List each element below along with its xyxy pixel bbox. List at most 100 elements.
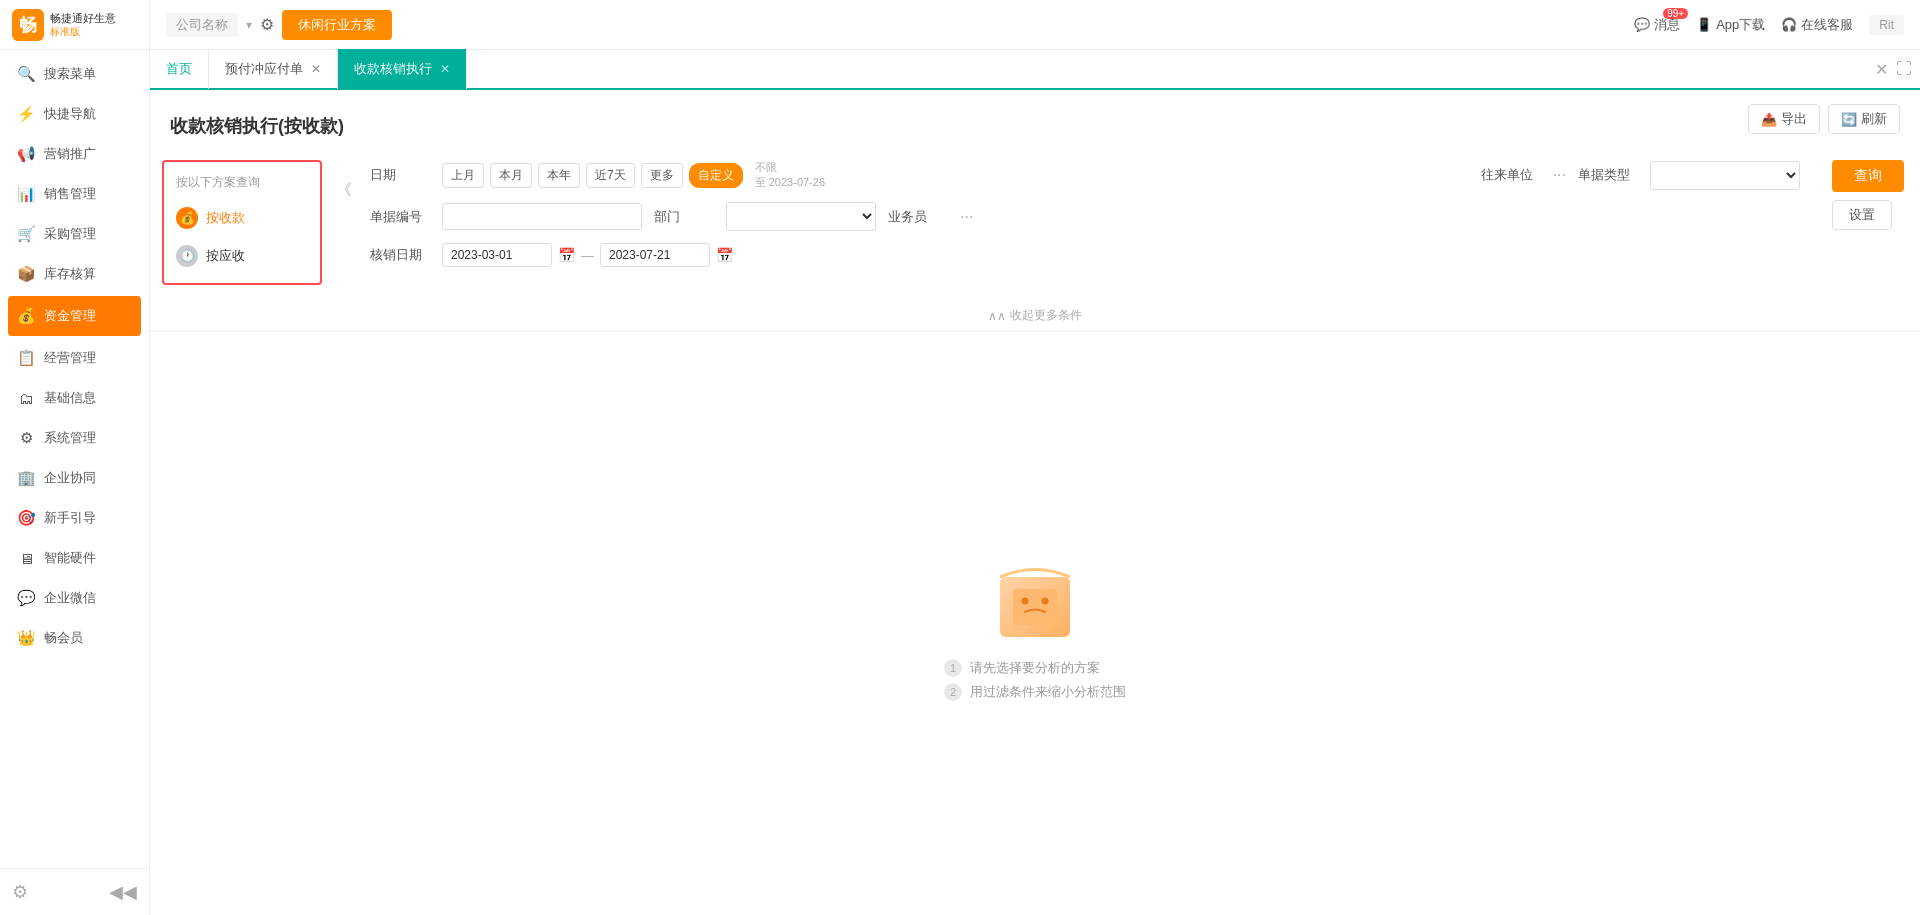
more-date-btn[interactable]: 更多 bbox=[641, 163, 683, 188]
tab-label-home: 首页 bbox=[166, 60, 192, 78]
custom-date-btn[interactable]: 自定义 bbox=[689, 163, 743, 188]
verify-date-start-input[interactable] bbox=[442, 243, 552, 267]
tab-close-prepay[interactable]: ✕ bbox=[311, 62, 321, 76]
doc-type-select[interactable] bbox=[1650, 161, 1800, 190]
top-bar-right: 💬 消息 99+ 📱 App下载 🎧 在线客服 Rit bbox=[1634, 15, 1904, 35]
collapse-more-row: ∧∧ 收起更多条件 bbox=[150, 301, 1920, 330]
settings-icon[interactable]: ⚙ bbox=[260, 15, 274, 34]
sidebar-label-system: 系统管理 bbox=[44, 429, 96, 447]
last-7days-btn[interactable]: 近7天 bbox=[586, 163, 635, 188]
logo-icon: 畅 bbox=[12, 9, 44, 41]
company-dropdown-icon[interactable]: ▾ bbox=[246, 18, 252, 32]
hint-num-1: 1 bbox=[944, 659, 962, 677]
date-unlimited-label: 不限 bbox=[755, 160, 825, 175]
sidebar-item-sales[interactable]: 📊销售管理 bbox=[0, 174, 149, 214]
date-label: 日期 bbox=[370, 166, 430, 184]
sidebar-icon-wechat: 💬 bbox=[16, 588, 36, 608]
sidebar-item-inventory[interactable]: 📦库存核算 bbox=[0, 254, 149, 294]
sidebar-label-basic: 基础信息 bbox=[44, 389, 96, 407]
sidebar-icon-enterprise: 🏢 bbox=[16, 468, 36, 488]
tab-home[interactable]: 首页 bbox=[150, 49, 209, 89]
sidebar-item-operation[interactable]: 📋经营管理 bbox=[0, 338, 149, 378]
tab-close-receipt[interactable]: ✕ bbox=[440, 62, 450, 76]
top-bar-left: 公司名称 ▾ ⚙ 休闲行业方案 bbox=[166, 10, 392, 40]
export-btn[interactable]: 📤 导出 bbox=[1748, 104, 1820, 134]
empty-hint-2-text: 用过滤条件来缩小分析范围 bbox=[970, 683, 1126, 701]
date-to-label: 至 2023-07-26 bbox=[755, 175, 825, 190]
top-bar: 公司名称 ▾ ⚙ 休闲行业方案 💬 消息 99+ 📱 App下载 🎧 在线客服 … bbox=[150, 0, 1920, 50]
sidebar-item-marketing[interactable]: 📢营销推广 bbox=[0, 134, 149, 174]
this-month-btn[interactable]: 本月 bbox=[490, 163, 532, 188]
sidebar-item-system[interactable]: ⚙ 系统管理 bbox=[0, 418, 149, 458]
verify-date-start-calendar-icon[interactable]: 📅 bbox=[558, 247, 575, 263]
app-logo: 畅 畅捷通好生意 标准版 bbox=[0, 0, 149, 50]
counterparty-more-icon[interactable]: ··· bbox=[1553, 166, 1566, 184]
tab-label-prepay: 预付冲应付单 bbox=[225, 60, 303, 78]
filter-sidebar: 按以下方案查询 💰 按收款 🕐 按应收 bbox=[162, 160, 322, 285]
sidebar-item-wechat[interactable]: 💬企业微信 bbox=[0, 578, 149, 618]
svg-point-3 bbox=[1022, 597, 1029, 604]
doc-no-input[interactable] bbox=[442, 203, 642, 230]
sidebar-label-shortcut: 快捷导航 bbox=[44, 105, 96, 123]
sidebar-label-guide: 新手引导 bbox=[44, 509, 96, 527]
online-service-btn[interactable]: 🎧 在线客服 bbox=[1781, 16, 1853, 34]
tab-expand-icon[interactable]: ⛶ bbox=[1896, 60, 1912, 78]
sidebar-icon-hardware: 🖥 bbox=[16, 548, 36, 568]
empty-hint-2: 2 用过滤条件来缩小分析范围 bbox=[944, 683, 1126, 701]
message-btn[interactable]: 💬 消息 99+ bbox=[1634, 16, 1680, 34]
tab-close-all-icon[interactable]: ✕ bbox=[1875, 60, 1888, 79]
verify-date-group: 📅 — 📅 bbox=[442, 243, 733, 267]
filter-option-receipt-label: 按收款 bbox=[206, 209, 245, 227]
sidebar-item-search[interactable]: 🔍搜索菜单 bbox=[0, 54, 149, 94]
filter-sidebar-title: 按以下方案查询 bbox=[164, 170, 320, 195]
tab-actions: ✕⛶ bbox=[1867, 60, 1920, 79]
empty-hint-1-text: 请先选择要分析的方案 bbox=[970, 659, 1100, 677]
page-title: 收款核销执行(按收款) bbox=[170, 114, 344, 138]
industry-solution-btn[interactable]: 休闲行业方案 bbox=[282, 10, 392, 40]
sidebar-icon-guide: 🎯 bbox=[16, 508, 36, 528]
salesperson-more-icon[interactable]: ··· bbox=[960, 208, 973, 226]
sidebar-item-basic[interactable]: 🗂基础信息 bbox=[0, 378, 149, 418]
filter-option-by-receipt[interactable]: 💰 按收款 bbox=[164, 199, 320, 237]
tab-prepay[interactable]: 预付冲应付单 ✕ bbox=[209, 49, 338, 89]
sidebar-icon-system: ⚙ bbox=[16, 428, 36, 448]
app-version: 标准版 bbox=[50, 25, 116, 38]
collapse-sidebar-icon[interactable]: ◀◀ bbox=[109, 881, 137, 903]
company-selector[interactable]: 公司名称 bbox=[166, 13, 238, 37]
sidebar-item-guide[interactable]: 🎯 新手引导 bbox=[0, 498, 149, 538]
query-btn[interactable]: 查询 bbox=[1832, 160, 1904, 192]
sidebar-label-purchase: 采购管理 bbox=[44, 225, 96, 243]
sidebar-icon-shortcut: ⚡ bbox=[16, 104, 36, 124]
sidebar-item-member[interactable]: 👑畅会员 bbox=[0, 618, 149, 658]
empty-illustration bbox=[975, 547, 1095, 647]
user-profile[interactable]: Rit bbox=[1869, 15, 1904, 35]
sidebar-item-hardware[interactable]: 🖥智能硬件 bbox=[0, 538, 149, 578]
this-year-btn[interactable]: 本年 bbox=[538, 163, 580, 188]
filter-option-by-receivable[interactable]: 🕐 按应收 bbox=[164, 237, 320, 275]
message-icon: 💬 bbox=[1634, 17, 1650, 32]
filter-settings-btn[interactable]: 设置 bbox=[1832, 200, 1892, 230]
verify-date-end-input[interactable] bbox=[600, 243, 710, 267]
filter-collapse-btn[interactable]: 《 bbox=[334, 160, 354, 201]
svg-rect-2 bbox=[1013, 589, 1057, 625]
collapse-more-btn[interactable]: ∧∧ 收起更多条件 bbox=[988, 307, 1082, 324]
sidebar-item-enterprise[interactable]: 🏢企业协同 bbox=[0, 458, 149, 498]
hint-num-2: 2 bbox=[944, 683, 962, 701]
sidebar-item-shortcut[interactable]: ⚡ 快捷导航 bbox=[0, 94, 149, 134]
app-name: 畅捷通好生意 bbox=[50, 11, 116, 25]
date-range-hint: 不限 至 2023-07-26 bbox=[755, 160, 825, 190]
last-month-btn[interactable]: 上月 bbox=[442, 163, 484, 188]
verify-date-end-calendar-icon[interactable]: 📅 bbox=[716, 247, 733, 263]
dept-select[interactable] bbox=[726, 202, 876, 231]
tab-receipt[interactable]: 收款核销执行✕ bbox=[338, 49, 467, 89]
logo-text: 畅捷通好生意 标准版 bbox=[50, 11, 116, 38]
collapse-up-icon: ∧∧ bbox=[988, 309, 1006, 323]
sidebar-item-finance[interactable]: 💰资金管理 bbox=[8, 296, 141, 336]
app-download-btn[interactable]: 📱 App下载 bbox=[1696, 16, 1765, 34]
settings-footer-icon[interactable]: ⚙ bbox=[12, 881, 28, 903]
sidebar-item-purchase[interactable]: 🛒采购管理 bbox=[0, 214, 149, 254]
doc-no-label: 单据编号 bbox=[370, 208, 430, 226]
filter-option-receivable-icon: 🕐 bbox=[176, 245, 198, 267]
svg-point-4 bbox=[1042, 597, 1049, 604]
refresh-btn[interactable]: 🔄 刷新 bbox=[1828, 104, 1900, 134]
